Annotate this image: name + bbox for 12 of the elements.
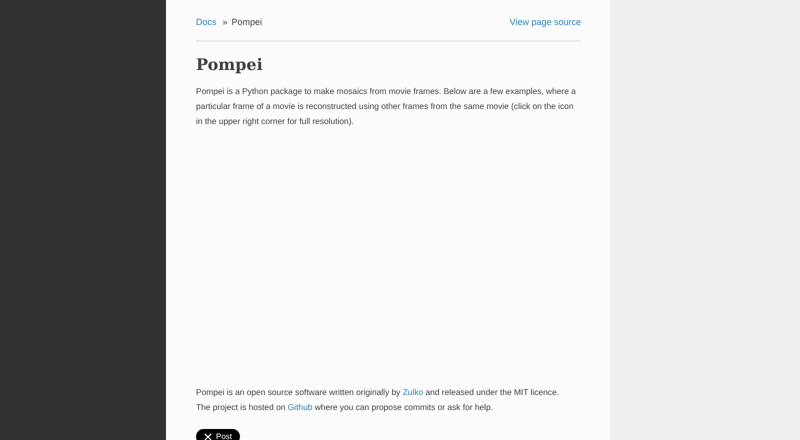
x-logo-icon: [204, 432, 212, 440]
breadcrumb-link[interactable]: Docs: [196, 17, 217, 27]
post-button[interactable]: Post: [196, 429, 240, 440]
intro-paragraph: Pompei is a Python package to make mosaics from movie frames. Below are a few examples, where a particular frame of a movie is reconstructed using other frames from the same movie (click on the icon in the upper right corner for full resolution).: [196, 85, 577, 128]
inline-link[interactable]: Github: [288, 402, 312, 412]
inline-link[interactable]: Zulko: [402, 387, 424, 397]
footer-paragraph: Pompei is an open source software written originally by Zulko and released under the MIT licence.: [196, 386, 559, 399]
page-title: Pompei: [196, 55, 264, 74]
breadcrumb-current: Pompei: [232, 17, 262, 27]
view-source-link[interactable]: View page source: [510, 17, 581, 27]
footer-paragraph: The project is hosted on Github where you can propose commits or ask for help.: [196, 401, 494, 414]
breadcrumb-separator: »: [222, 17, 228, 27]
